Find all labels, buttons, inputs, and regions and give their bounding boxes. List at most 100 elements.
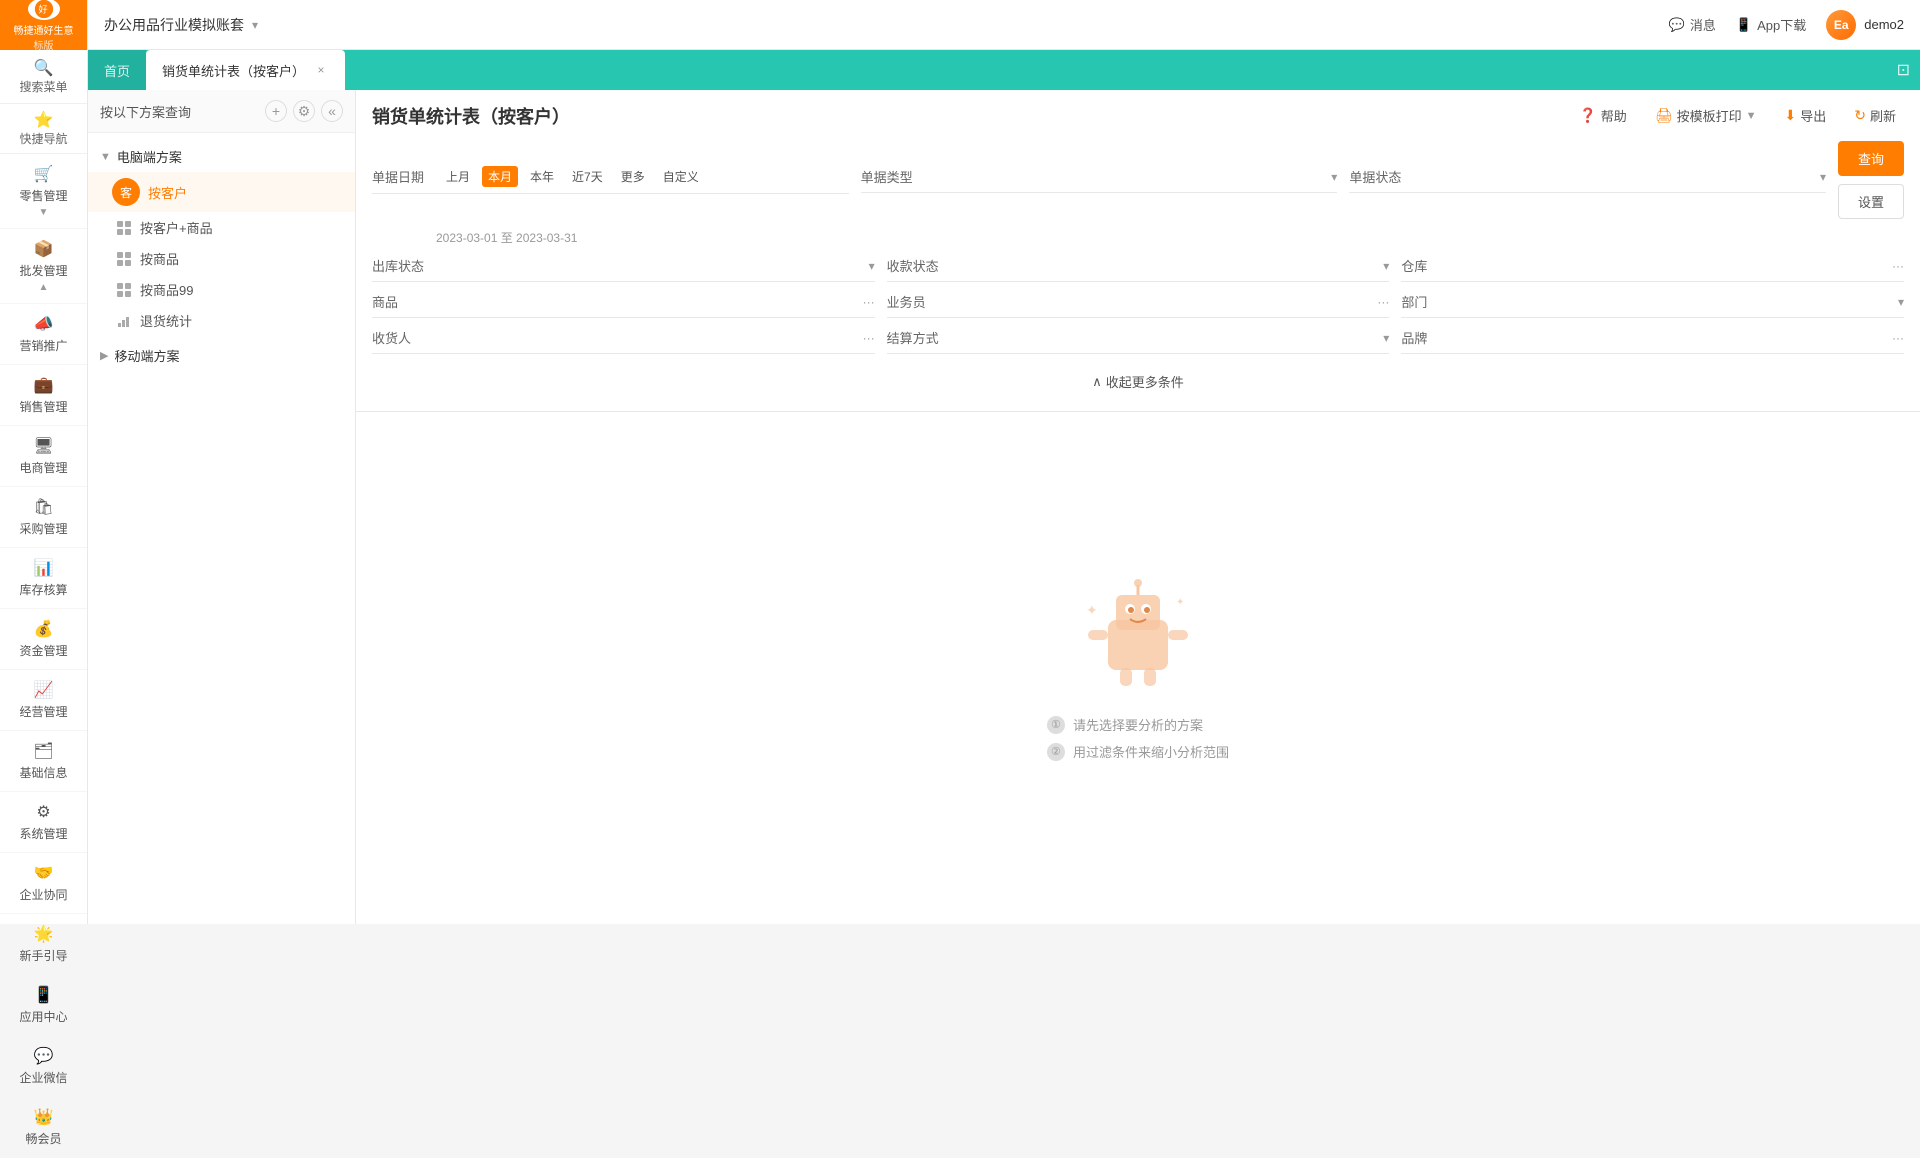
quick-nav[interactable]: ⭐ 快捷导航 [0,104,87,154]
settlement-label: 结算方式 [887,328,947,347]
date-buttons: 上月 本月 本年 近7天 更多 自定义 [440,166,705,187]
print-label: 按模板打印 [1677,106,1742,125]
date-btn-custom[interactable]: 自定义 [657,166,705,187]
filter-title-bar: 销货单统计表（按客户） ❓ 帮助 🖨 按模板打印 ▼ ⬇ [372,102,1904,129]
operation-label: 经营管理 [19,703,67,720]
sidebar-item-marketing[interactable]: 📣 营销推广 [0,304,87,365]
app-logo[interactable]: 好 畅捷通好生意 标版 [0,0,87,50]
return-stats-icon [116,313,132,329]
app-download-btn[interactable]: 📱 App下载 [1736,15,1806,34]
filter-receiver: 收货人 ··· [372,328,875,354]
sidebar-item-member[interactable]: 👑 畅会员 [0,1097,87,1158]
sidebar-item-purchase[interactable]: 🛍 采购管理 [0,487,87,548]
date-btn-this-month[interactable]: 本月 [482,166,518,187]
search-btn[interactable]: 查询 [1838,141,1904,176]
print-dropdown-icon[interactable]: ▼ [1746,110,1757,122]
warehouse-more-icon[interactable]: ··· [1892,259,1904,273]
tab-close-btn[interactable]: × [313,62,329,78]
app-name: 畅捷通好生意 [14,22,74,37]
scheme-item-by-customer[interactable]: 客 按客户 [88,172,355,212]
sidebar-item-operation[interactable]: 📈 经营管理 [0,670,87,731]
order-status-dropdown-icon[interactable]: ▾ [1820,170,1826,184]
retail-label: 零售管理 [19,187,67,204]
scheme-item-by-product99[interactable]: 按商品99 [88,274,355,305]
basic-icon: 🗂 [33,741,53,761]
salesperson-more-icon[interactable]: ··· [1377,295,1389,309]
header-dropdown-icon[interactable]: ▾ [252,18,258,32]
sidebar-item-finance[interactable]: 💰 资金管理 [0,609,87,670]
sidebar-item-system[interactable]: ⚙ 系统管理 [0,792,87,853]
filter-row-2: 出库状态 ▾ 收款状态 ▾ [372,256,1904,282]
tab-restore-btn[interactable]: ⊡ [1897,60,1910,80]
scheme-add-btn[interactable]: + [265,100,287,122]
filter-receive-status: 收款状态 ▾ [887,256,1390,282]
wholesale-expand-icon: ▲ [39,282,49,293]
tab-home[interactable]: 首页 [88,50,146,90]
sidebar-item-enterprise[interactable]: 🤝 企业协同 [0,853,87,914]
header-title: 办公用品行业模拟账套 [104,15,244,35]
member-icon: 👑 [34,1107,54,1127]
tab-home-label: 首页 [104,61,130,80]
date-btn-last-month[interactable]: 上月 [440,166,476,187]
sidebar: 好 畅捷通好生意 标版 🔍 搜索菜单 ⭐ 快捷导航 🛒 零售管理 ▼ 📦 批发管… [0,0,88,924]
return-stats-label: 退货统计 [140,311,192,330]
purchase-label: 采购管理 [19,520,67,537]
scheme-item-by-customer-product[interactable]: 按客户+商品 [88,212,355,243]
dept-dropdown-icon[interactable]: ▾ [1898,295,1904,309]
settlement-dropdown-icon[interactable]: ▾ [1383,331,1389,345]
appcenter-icon: 📱 [34,985,54,1005]
receive-status-dropdown-icon[interactable]: ▾ [1383,259,1389,273]
setting-btn[interactable]: 设置 [1838,184,1904,219]
scheme-group-mobile-header[interactable]: ▶ 移动端方案 [88,340,355,371]
collapse-icon: ∧ [1092,374,1102,390]
filter-row-1: 单据日期 上月 本月 本年 近7天 更多 自定义 [372,141,1904,219]
sidebar-item-appcenter[interactable]: 📱 应用中心 [0,975,87,1036]
dept-value: ▾ [1469,295,1904,309]
sidebar-item-ecom[interactable]: 🖥 电商管理 [0,426,87,487]
sidebar-item-corpwx[interactable]: 💬 企业微信 [0,1036,87,1097]
print-btn[interactable]: 🖨 按模板打印 ▼ [1647,102,1765,129]
inventory-icon: 📊 [34,558,54,578]
scheme-collapse-btn[interactable]: « [321,100,343,122]
order-type-dropdown-icon[interactable]: ▾ [1331,170,1337,184]
search-menu[interactable]: 🔍 搜索菜单 [0,50,87,104]
sidebar-item-newguide[interactable]: 🌟 新手引导 [0,914,87,975]
filter-salesperson: 业务员 ··· [887,292,1390,318]
out-status-dropdown-icon[interactable]: ▾ [869,259,875,273]
sidebar-item-inventory[interactable]: 📊 库存核算 [0,548,87,609]
filters-container: 单据日期 上月 本月 本年 近7天 更多 自定义 [372,141,1904,399]
date-btn-this-year[interactable]: 本年 [524,166,560,187]
refresh-btn[interactable]: ↻ 刷新 [1846,102,1904,129]
user-area[interactable]: Ea demo2 [1826,10,1904,40]
scheme-settings-btn[interactable]: ⚙ [293,100,315,122]
wholesale-icon: 📦 [34,239,54,259]
scheme-group-desktop: ▼ 电脑端方案 客 按客户 按客户+商品 [88,141,355,336]
export-icon: ⬇ [1785,107,1797,124]
collapse-bar[interactable]: ∧ 收起更多条件 [372,364,1904,399]
help-btn[interactable]: ❓ 帮助 [1571,102,1634,129]
scheme-item-by-product[interactable]: 按商品 [88,243,355,274]
export-btn[interactable]: ⬇ 导出 [1777,102,1835,129]
date-btn-7days[interactable]: 近7天 [566,166,609,187]
receiver-more-icon[interactable]: ··· [863,331,875,345]
tab-active[interactable]: 销货单统计表（按客户） × [146,50,345,90]
out-status-label: 出库状态 [372,256,432,275]
refresh-label: 刷新 [1870,106,1896,125]
brand-more-icon[interactable]: ··· [1892,331,1904,345]
svg-text:✦: ✦ [1086,602,1098,618]
scheme-item-return-stats[interactable]: 退货统计 [88,305,355,336]
desktop-group-expand-icon: ▼ [100,151,111,163]
scheme-group-desktop-header[interactable]: ▼ 电脑端方案 [88,141,355,172]
marketing-icon: 📣 [34,314,54,334]
date-btn-more[interactable]: 更多 [615,166,651,187]
sidebar-item-basic[interactable]: 🗂 基础信息 [0,731,87,792]
search-menu-label: 搜索菜单 [19,80,67,94]
user-avatar[interactable]: Ea [1826,10,1856,40]
sidebar-item-wholesale[interactable]: 📦 批发管理 ▲ [0,229,87,304]
sidebar-item-sales[interactable]: 💼 销售管理 [0,365,87,426]
main-area: 办公用品行业模拟账套 ▾ 💬 消息 📱 App下载 Ea demo2 首页 [88,0,1920,924]
sidebar-item-retail[interactable]: 🛒 零售管理 ▼ [0,154,87,229]
tab-actions: ⊡ [1887,60,1920,80]
message-btn[interactable]: 💬 消息 [1669,15,1716,34]
product-more-icon[interactable]: ··· [863,295,875,309]
